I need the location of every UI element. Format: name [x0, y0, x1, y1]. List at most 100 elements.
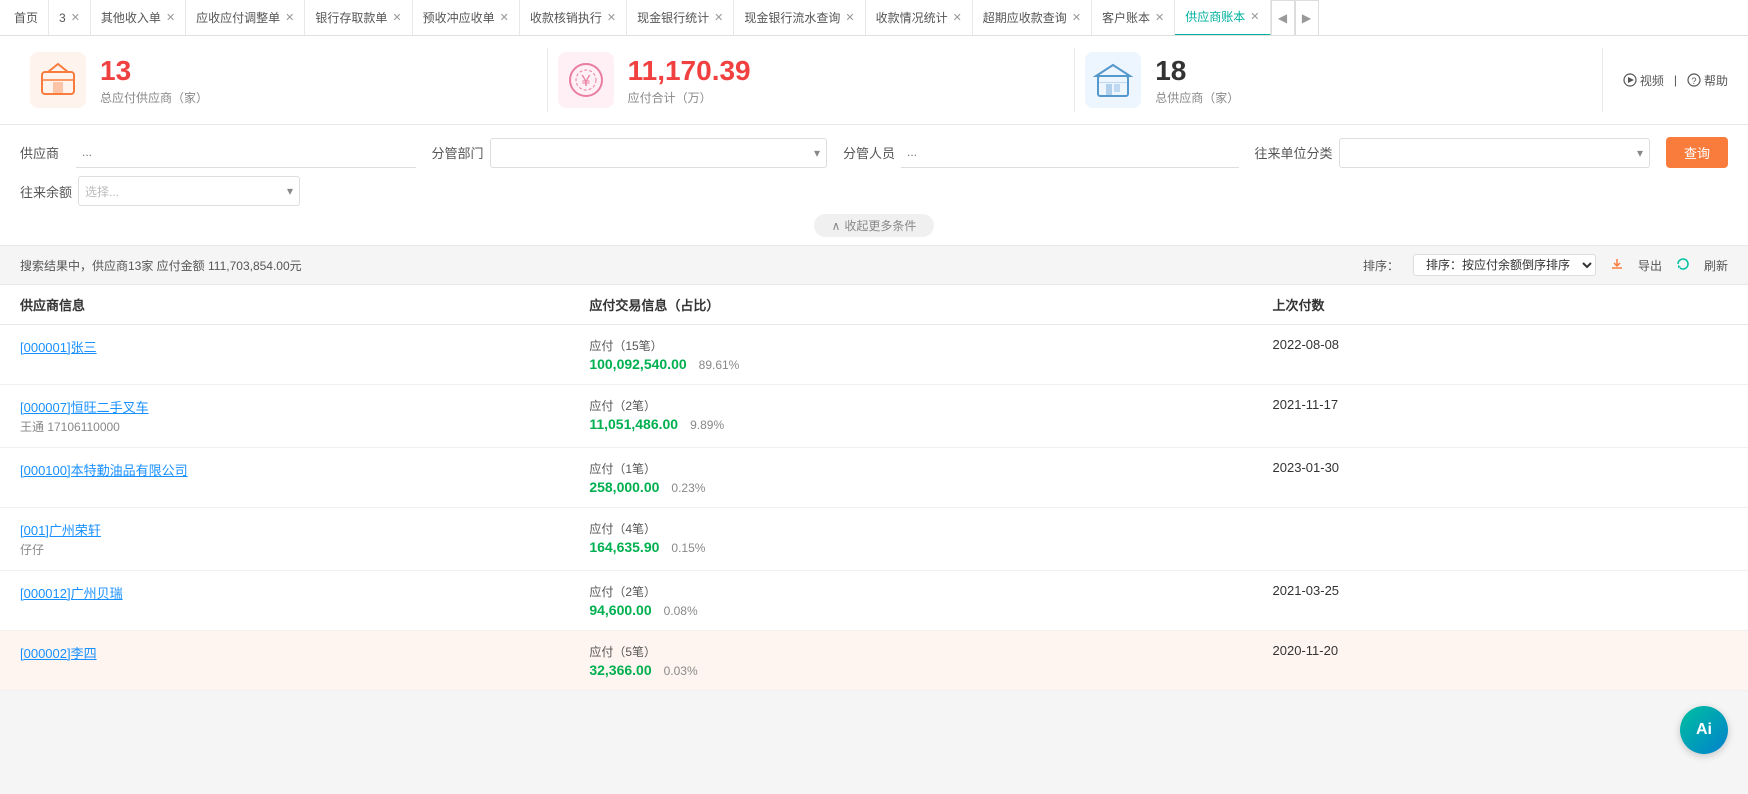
table-row[interactable]: [000007]恒旺二手叉车 王通 17106110000 应付（2笔） 11,… [0, 385, 1748, 448]
supplier-info-6: [000002]李四 [20, 643, 589, 662]
table-row[interactable]: [000012]广州贝瑞 应付（2笔） 94,600.00 0.08% 2021… [0, 571, 1748, 631]
nav-tab-overdue[interactable]: 超期应收款查询 ✕ [973, 0, 1092, 36]
dept-label: 分管部门 [432, 143, 484, 162]
top-right-links: 视频 | ? 帮助 [1603, 72, 1728, 89]
trans-label-1: 应付（15笔） [589, 337, 1272, 354]
filter-person: 分管人员 [843, 138, 1239, 168]
supplier-link-4[interactable]: [001]广州荣轩 [20, 523, 101, 538]
balance-select[interactable]: 选择... ▾ [78, 176, 300, 206]
nav-tab-advance[interactable]: 预收冲应收单 ✕ [413, 0, 520, 36]
transaction-info-4: 应付（4笔） 164,635.90 0.15% [589, 520, 1272, 555]
supplier-link-6[interactable]: [000002]李四 [20, 646, 97, 661]
trans-amount-1: 100,092,540.00 [589, 356, 686, 372]
total-supplier-count: 18 [1155, 54, 1239, 88]
balance-placeholder: 选择... [85, 183, 119, 200]
trans-label-6: 应付（5笔） [589, 643, 1272, 660]
nav-tab-suppbook[interactable]: 供应商账本 ✕ [1175, 0, 1270, 36]
nav-arrow-right[interactable]: ▶ [1295, 0, 1319, 36]
supplier-sub-4: 仔仔 [20, 541, 589, 558]
table-row[interactable]: [000001]张三 应付（15笔） 100,092,540.00 89.61%… [0, 325, 1748, 385]
close-icon[interactable]: ✕ [500, 11, 509, 24]
trans-percent-3: 0.23% [671, 481, 705, 495]
nav-tab-cashstat[interactable]: 现金银行统计 ✕ [627, 0, 734, 36]
lastpay-date-3: 2023-01-30 [1273, 460, 1340, 475]
sort-select[interactable]: 排序：按应付余额倒序排序 [1413, 254, 1596, 276]
nav-tab-custbook[interactable]: 客户账本 ✕ [1092, 0, 1175, 36]
ai-button[interactable]: Ai [1680, 706, 1728, 754]
lastpay-date-5: 2021-03-25 [1273, 583, 1340, 598]
trans-percent-4: 0.15% [671, 541, 705, 555]
trans-percent-1: 89.61% [699, 358, 740, 372]
lastpay-date-6: 2020-11-20 [1273, 643, 1339, 658]
close-icon[interactable]: ✕ [714, 11, 723, 24]
table-header: 供应商信息 应付交易信息（占比） 上次付数 [0, 285, 1748, 325]
lastpay-1: 2022-08-08 [1273, 337, 1728, 352]
nav-tab-home[interactable]: 首页 [4, 0, 49, 36]
col-header-transaction: 应付交易信息（占比） [589, 295, 1272, 314]
supplier-link-1[interactable]: [000001]张三 [20, 340, 97, 355]
chevron-down-icon: ▾ [814, 146, 820, 160]
trans-row-4: 164,635.90 0.15% [589, 537, 1272, 555]
dept-select[interactable]: ▾ [490, 138, 827, 168]
filter-supplier: 供应商 [20, 138, 416, 168]
nav-tab-recvstat[interactable]: 收款情况统计 ✕ [866, 0, 973, 36]
nav-tab-receipt[interactable]: 收款核销执行 ✕ [520, 0, 627, 36]
filter-area: 供应商 分管部门 ▾ 分管人员 往来单位分类 ▾ 查询 往来余额 选择 [0, 125, 1748, 246]
trans-amount-4: 164,635.90 [589, 539, 659, 555]
close-icon[interactable]: ✕ [71, 11, 80, 24]
export-icon [1610, 257, 1624, 274]
table-row[interactable]: [000100]本特勤油品有限公司 应付（1笔） 258,000.00 0.23… [0, 448, 1748, 508]
refresh-button[interactable]: 刷新 [1704, 257, 1728, 274]
table-row[interactable]: [001]广州荣轩 仔仔 应付（4笔） 164,635.90 0.15% [0, 508, 1748, 571]
trans-label-5: 应付（2笔） [589, 583, 1272, 600]
close-icon[interactable]: ✕ [285, 11, 294, 24]
trans-percent-5: 0.08% [664, 604, 698, 618]
nav-tab-adjust[interactable]: 应收应付调整单 ✕ [186, 0, 305, 36]
table-row[interactable]: [000002]李四 应付（5笔） 32,366.00 0.03% 2020-1… [0, 631, 1748, 691]
trans-percent-6: 0.03% [664, 664, 698, 678]
transaction-info-2: 应付（2笔） 11,051,486.00 9.89% [589, 397, 1272, 432]
trans-label-4: 应付（4笔） [589, 520, 1272, 537]
export-button[interactable]: 导出 [1638, 257, 1662, 274]
transaction-info-5: 应付（2笔） 94,600.00 0.08% [589, 583, 1272, 618]
trans-percent-2: 9.89% [690, 418, 724, 432]
collapse-button[interactable]: ∧ 收起更多条件 [814, 214, 934, 237]
supplier-info-3: [000100]本特勤油品有限公司 [20, 460, 589, 479]
nav-tab-bank[interactable]: 银行存取款单 ✕ [305, 0, 412, 36]
close-icon[interactable]: ✕ [1072, 11, 1081, 24]
close-icon[interactable]: ✕ [607, 11, 616, 24]
filter-balance: 往来余额 选择... ▾ [20, 176, 300, 206]
close-icon[interactable]: ✕ [1155, 11, 1164, 24]
transaction-info-3: 应付（1笔） 258,000.00 0.23% [589, 460, 1272, 495]
trans-row-1: 100,092,540.00 89.61% [589, 354, 1272, 372]
trans-row-3: 258,000.00 0.23% [589, 477, 1272, 495]
supplier-input[interactable] [76, 138, 416, 168]
supplier-sub-2: 王通 17106110000 [20, 418, 589, 435]
trans-row-2: 11,051,486.00 9.89% [589, 414, 1272, 432]
nav-arrow-left[interactable]: ◀ [1271, 0, 1295, 36]
close-icon[interactable]: ✕ [392, 11, 401, 24]
total-supplier-label: 总供应商（家） [1155, 89, 1239, 106]
filter-row-1: 供应商 分管部门 ▾ 分管人员 往来单位分类 ▾ 查询 [20, 137, 1728, 168]
query-button[interactable]: 查询 [1666, 137, 1728, 168]
supplier-link-5[interactable]: [000012]广州贝瑞 [20, 586, 123, 601]
supplier-info-1: [000001]张三 [20, 337, 589, 356]
help-link[interactable]: ? 帮助 [1687, 72, 1728, 89]
nav-tab-three[interactable]: 3 ✕ [49, 0, 91, 36]
summary-card-payable-suppliers: 13 总应付供应商（家） [20, 48, 548, 112]
supplier-link-2[interactable]: [000007]恒旺二手叉车 [20, 400, 149, 415]
close-icon[interactable]: ✕ [1250, 10, 1259, 23]
unit-label: 往来单位分类 [1255, 143, 1333, 162]
close-icon[interactable]: ✕ [845, 11, 854, 24]
nav-tab-cashflow[interactable]: 现金银行流水查询 ✕ [734, 0, 865, 36]
summary-card-payable-total: ¥ 11,170.39 应付合计（万） [548, 48, 1076, 112]
person-input[interactable] [901, 138, 1238, 168]
nav-tab-income[interactable]: 其他收入单 ✕ [91, 0, 186, 36]
close-icon[interactable]: ✕ [953, 11, 962, 24]
unit-select[interactable]: ▾ [1339, 138, 1650, 168]
supplier-link-3[interactable]: [000100]本特勤油品有限公司 [20, 463, 188, 478]
video-link[interactable]: 视频 [1623, 72, 1664, 89]
close-icon[interactable]: ✕ [166, 11, 175, 24]
lastpay-date-1: 2022-08-08 [1273, 337, 1340, 352]
trans-label-2: 应付（2笔） [589, 397, 1272, 414]
